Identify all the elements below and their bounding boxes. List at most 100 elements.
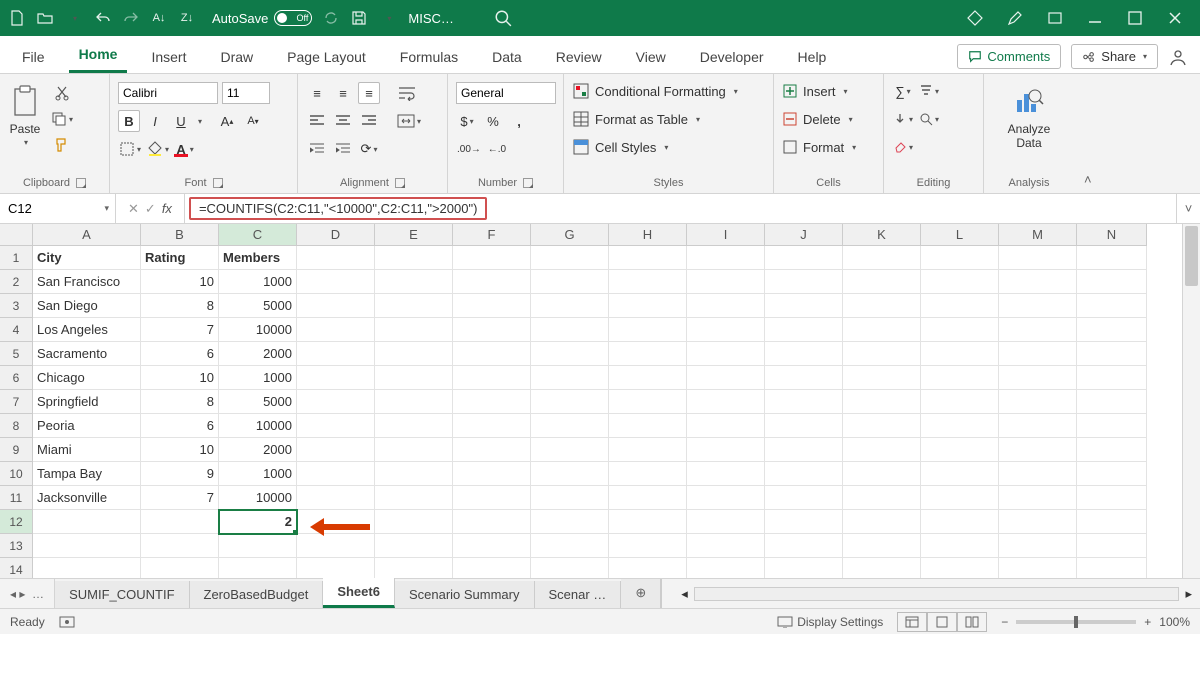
dialog-launcher-icon[interactable] (76, 178, 86, 188)
cell[interactable] (843, 366, 921, 390)
pen-icon[interactable] (1006, 9, 1024, 27)
cell[interactable] (609, 438, 687, 462)
sheet-tab[interactable]: ZeroBasedBudget (190, 581, 324, 608)
cell[interactable] (297, 342, 375, 366)
cell[interactable]: 9 (141, 462, 219, 486)
cell[interactable] (765, 318, 843, 342)
cell[interactable] (843, 414, 921, 438)
cell[interactable] (687, 486, 765, 510)
conditional-formatting-button[interactable]: Conditional Formatting▾ (572, 80, 765, 102)
cell[interactable] (531, 414, 609, 438)
cell[interactable] (375, 462, 453, 486)
redo-icon[interactable] (122, 9, 140, 27)
font-color-icon[interactable]: A▾ (174, 138, 196, 160)
account-icon[interactable] (1168, 47, 1188, 67)
diamond-icon[interactable] (966, 9, 984, 27)
cell[interactable] (219, 558, 297, 578)
cell[interactable] (375, 534, 453, 558)
cell[interactable] (843, 246, 921, 270)
row-header[interactable]: 10 (0, 462, 33, 486)
page-break-view-icon[interactable] (957, 612, 987, 632)
row-header[interactable]: 8 (0, 414, 33, 438)
tab-draw[interactable]: Draw (210, 41, 263, 73)
cell[interactable] (687, 318, 765, 342)
cell[interactable] (1077, 246, 1147, 270)
cell[interactable] (921, 438, 999, 462)
cell[interactable] (609, 486, 687, 510)
cell[interactable] (531, 294, 609, 318)
cell[interactable] (843, 294, 921, 318)
cell[interactable] (141, 558, 219, 578)
cell[interactable] (453, 342, 531, 366)
qat-dropdown-icon[interactable]: ▾ (66, 9, 84, 27)
column-header[interactable]: I (687, 224, 765, 246)
cell[interactable] (687, 390, 765, 414)
align-left-icon[interactable] (306, 110, 328, 132)
cell[interactable] (999, 294, 1077, 318)
decrease-decimal-icon[interactable]: ←.0 (486, 138, 508, 160)
cell[interactable] (843, 462, 921, 486)
cell[interactable]: 2000 (219, 342, 297, 366)
formula-input[interactable]: =COUNTIFS(C2:C11,"<10000",C2:C11,">2000"… (189, 197, 487, 220)
tab-formulas[interactable]: Formulas (390, 41, 468, 73)
cell[interactable] (375, 342, 453, 366)
cell[interactable] (1077, 366, 1147, 390)
cell[interactable] (609, 318, 687, 342)
cell[interactable] (531, 438, 609, 462)
cell[interactable] (1077, 510, 1147, 534)
cell[interactable] (999, 534, 1077, 558)
cell[interactable] (765, 390, 843, 414)
cell[interactable] (297, 414, 375, 438)
cell[interactable]: 10 (141, 438, 219, 462)
row-header[interactable]: 4 (0, 318, 33, 342)
format-as-table-button[interactable]: Format as Table▾ (572, 108, 765, 130)
cell[interactable] (921, 486, 999, 510)
cell[interactable]: City (33, 246, 141, 270)
bold-button[interactable]: B (118, 110, 140, 132)
font-size-select[interactable] (222, 82, 270, 104)
zoom-control[interactable]: − + 100% (1001, 615, 1190, 629)
tab-data[interactable]: Data (482, 41, 532, 73)
cell[interactable]: 6 (141, 342, 219, 366)
cell[interactable] (843, 270, 921, 294)
cell[interactable] (687, 270, 765, 294)
cell[interactable] (297, 534, 375, 558)
cell[interactable] (297, 462, 375, 486)
column-header[interactable]: M (999, 224, 1077, 246)
page-layout-view-icon[interactable] (927, 612, 957, 632)
cell[interactable] (999, 462, 1077, 486)
cell[interactable]: Sacramento (33, 342, 141, 366)
cell[interactable] (765, 342, 843, 366)
cell[interactable] (765, 366, 843, 390)
cell[interactable] (765, 414, 843, 438)
cell[interactable] (687, 294, 765, 318)
cell[interactable] (609, 414, 687, 438)
cell[interactable] (1077, 462, 1147, 486)
cell[interactable]: Jacksonville (33, 486, 141, 510)
cell[interactable] (375, 558, 453, 578)
cell[interactable] (687, 246, 765, 270)
sort-asc-icon[interactable]: A↓ (150, 9, 168, 27)
cell[interactable]: 8 (141, 294, 219, 318)
cell[interactable] (609, 294, 687, 318)
copy-icon[interactable]: ▾ (50, 108, 74, 130)
vertical-scrollbar[interactable] (1182, 224, 1200, 578)
cell[interactable] (453, 510, 531, 534)
cell[interactable] (531, 390, 609, 414)
column-header[interactable]: F (453, 224, 531, 246)
save-dropdown-icon[interactable]: ▾ (380, 9, 398, 27)
cell[interactable] (765, 270, 843, 294)
cell[interactable]: 7 (141, 318, 219, 342)
cell[interactable] (999, 246, 1077, 270)
format-cells-button[interactable]: Format▾ (782, 136, 875, 158)
cell[interactable] (1077, 342, 1147, 366)
cell[interactable]: Members (219, 246, 297, 270)
align-bottom-icon[interactable]: ≡ (358, 82, 380, 104)
cell[interactable]: 1000 (219, 366, 297, 390)
undo-icon[interactable] (94, 9, 112, 27)
cell[interactable]: 10 (141, 270, 219, 294)
cell[interactable] (999, 438, 1077, 462)
normal-view-icon[interactable] (897, 612, 927, 632)
analyze-data-button[interactable]: Analyze Data (992, 82, 1066, 155)
tab-review[interactable]: Review (546, 41, 612, 73)
